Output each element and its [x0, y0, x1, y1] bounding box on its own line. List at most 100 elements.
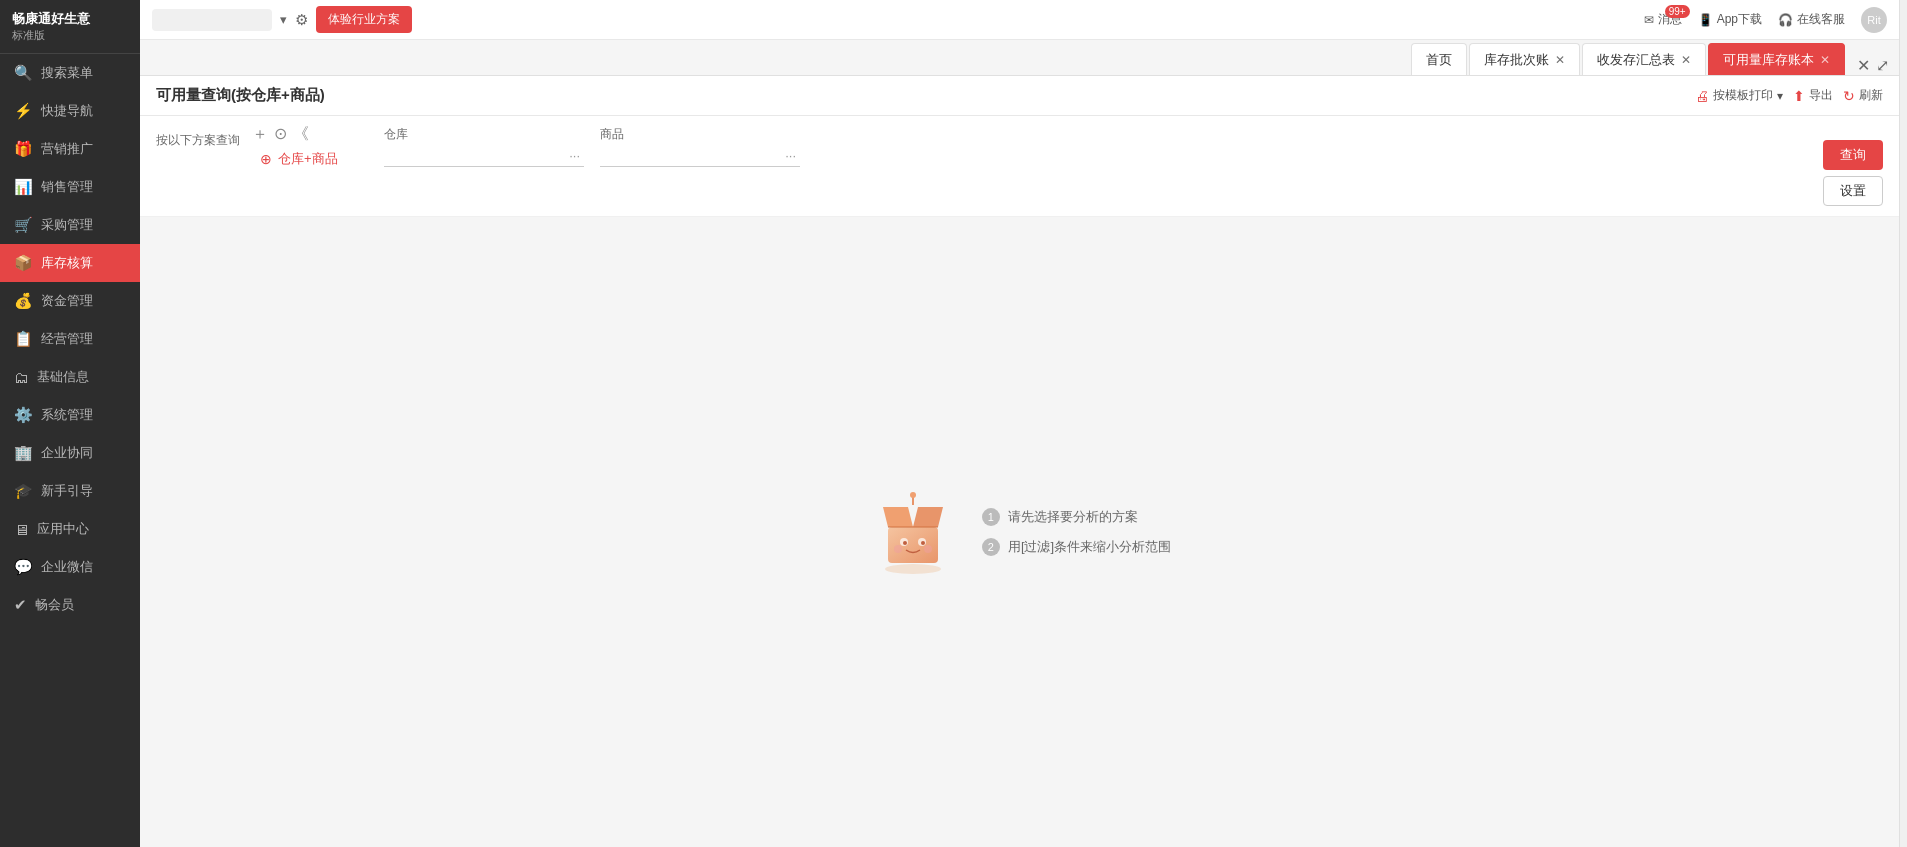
- sidebar-item-basic[interactable]: 🗂 基础信息: [0, 358, 140, 396]
- goods-input[interactable]: [604, 148, 779, 163]
- scheme-icon: ⊕: [260, 151, 272, 167]
- app-download-button[interactable]: 📱 App下载: [1698, 11, 1762, 28]
- sidebar-icon-wechat: 💬: [14, 558, 33, 576]
- sidebar-item-operations[interactable]: 📋 经营管理: [0, 320, 140, 358]
- close-tab-button[interactable]: ✕: [1857, 56, 1870, 75]
- sidebar-icon-inventory: 📦: [14, 254, 33, 272]
- tip-num-1: 1: [982, 508, 1000, 526]
- collapse-button[interactable]: 《: [293, 126, 309, 142]
- message-button[interactable]: ✉ 消息 99+: [1644, 11, 1682, 28]
- sidebar-item-wechat[interactable]: 💬 企业微信: [0, 548, 140, 586]
- export-button[interactable]: ⬆ 导出: [1793, 87, 1833, 104]
- tab-label-avail_ledger: 可用量库存账本: [1723, 51, 1814, 69]
- tab-close-recv_summary[interactable]: ✕: [1681, 53, 1691, 67]
- svg-point-7: [903, 541, 907, 545]
- sidebar-icon-sales: 📊: [14, 178, 33, 196]
- tab-close-avail_ledger[interactable]: ✕: [1820, 53, 1830, 67]
- tip-num-2: 2: [982, 538, 1000, 556]
- sidebar-icon-system: ⚙️: [14, 406, 33, 424]
- sidebar-icon-marketing: 🎁: [14, 140, 33, 158]
- export-icon: ⬆: [1793, 88, 1805, 104]
- warehouse-more-button[interactable]: ···: [569, 148, 580, 163]
- sidebar-item-inventory[interactable]: 📦 库存核算: [0, 244, 140, 282]
- dropdown-button[interactable]: ▾: [280, 12, 287, 27]
- topbar-right: ✉ 消息 99+ 📱 App下载 🎧 在线客服 Rit: [1644, 7, 1887, 33]
- svg-point-9: [894, 545, 902, 553]
- sidebar-label-purchase: 采购管理: [41, 216, 93, 234]
- tab-label-batch_ledger: 库存批次账: [1484, 51, 1549, 69]
- sidebar-item-enterprise[interactable]: 🏢 企业协同: [0, 434, 140, 472]
- online-service-label: 在线客服: [1797, 11, 1845, 28]
- page-header: 可用量查询(按仓库+商品) 🖨 按模板打印 ▾ ⬆ 导出 ↻ 刷新: [140, 76, 1899, 116]
- sidebar-item-newbie[interactable]: 🎓 新手引导: [0, 472, 140, 510]
- sidebar-label-newbie: 新手引导: [41, 482, 93, 500]
- page-actions: 🖨 按模板打印 ▾ ⬆ 导出 ↻ 刷新: [1695, 87, 1883, 104]
- goods-input-wrapper: ···: [600, 145, 800, 167]
- sidebar-label-basic: 基础信息: [37, 368, 89, 386]
- right-scrollbar[interactable]: [1899, 0, 1907, 847]
- query-button[interactable]: 查询: [1823, 140, 1883, 170]
- tip-text-2: 用[过滤]条件来缩小分析范围: [1008, 538, 1171, 556]
- topbar: ▾ ⚙ 体验行业方案 ✉ 消息 99+ 📱 App下载 🎧 在线客服 Rit: [140, 0, 1899, 40]
- print-button[interactable]: 🖨 按模板打印 ▾: [1695, 87, 1783, 104]
- tab-batch_ledger[interactable]: 库存批次账 ✕: [1469, 43, 1580, 75]
- tabs-bar-right: ✕ ⤢: [1847, 56, 1899, 75]
- print-label: 按模板打印: [1713, 87, 1773, 104]
- message-badge: 99+: [1665, 5, 1690, 18]
- sidebar-label-finance: 资金管理: [41, 292, 93, 310]
- sidebar-item-system[interactable]: ⚙️ 系统管理: [0, 396, 140, 434]
- svg-rect-1: [888, 527, 938, 563]
- tabs-bar: 首页库存批次账 ✕ 收发存汇总表 ✕ 可用量库存账本 ✕ ✕ ⤢: [140, 40, 1899, 76]
- sidebar-item-appstore[interactable]: 🖥 应用中心: [0, 510, 140, 548]
- scheme-item-warehouse-goods[interactable]: ⊕ 仓库+商品: [252, 146, 372, 172]
- sidebar-logo: 畅康通好生意 标准版: [0, 0, 140, 54]
- warehouse-input-wrapper: ···: [384, 145, 584, 167]
- sidebar-icon-purchase: 🛒: [14, 216, 33, 234]
- sidebar-item-marketing[interactable]: 🎁 营销推广: [0, 130, 140, 168]
- sidebar-label-enterprise: 企业协同: [41, 444, 93, 462]
- add-scheme-button[interactable]: ＋: [252, 126, 268, 142]
- goods-more-button[interactable]: ···: [785, 148, 796, 163]
- svg-point-8: [921, 541, 925, 545]
- warehouse-field: 仓库 ···: [384, 126, 584, 167]
- filter-scheme-header: ＋ ⊙ 《: [252, 126, 372, 142]
- sidebar-item-shortcut[interactable]: ⚡ 快捷导航: [0, 92, 140, 130]
- tab-close-batch_ledger[interactable]: ✕: [1555, 53, 1565, 67]
- maximize-button[interactable]: ⤢: [1876, 56, 1889, 75]
- sidebar-logo-sub: 标准版: [12, 28, 128, 43]
- print-icon: 🖨: [1695, 88, 1709, 104]
- svg-point-10: [924, 545, 932, 553]
- sidebar-item-sales[interactable]: 📊 销售管理: [0, 168, 140, 206]
- sidebar-item-purchase[interactable]: 🛒 采购管理: [0, 206, 140, 244]
- print-dropdown-icon[interactable]: ▾: [1777, 89, 1783, 103]
- tab-label-recv_summary: 收发存汇总表: [1597, 51, 1675, 69]
- gear-icon[interactable]: ⚙: [295, 11, 308, 29]
- trial-button[interactable]: 体验行业方案: [316, 6, 412, 33]
- tab-home[interactable]: 首页: [1411, 43, 1467, 75]
- tip-text-1: 请先选择要分析的方案: [1008, 508, 1138, 526]
- scheme-settings-button[interactable]: ⊙: [274, 126, 287, 142]
- sidebar-icon-enterprise: 🏢: [14, 444, 33, 462]
- sidebar-item-finance[interactable]: 💰 资金管理: [0, 282, 140, 320]
- goods-field: 商品 ···: [600, 126, 800, 167]
- refresh-icon: ↻: [1843, 88, 1855, 104]
- sidebar-item-search[interactable]: 🔍 搜索菜单: [0, 54, 140, 92]
- tab-recv_summary[interactable]: 收发存汇总表 ✕: [1582, 43, 1706, 75]
- sidebar-label-system: 系统管理: [41, 406, 93, 424]
- sidebar-nav: 🔍 搜索菜单 ⚡ 快捷导航 🎁 营销推广 📊 销售管理 🛒 采购管理 📦 库存核…: [0, 54, 140, 847]
- message-icon: ✉: [1644, 13, 1654, 27]
- tab-avail_ledger[interactable]: 可用量库存账本 ✕: [1708, 43, 1845, 75]
- sidebar-logo-title: 畅康通好生意: [12, 10, 128, 28]
- sidebar-label-marketing: 营销推广: [41, 140, 93, 158]
- settings-button[interactable]: 设置: [1823, 176, 1883, 206]
- refresh-button[interactable]: ↻ 刷新: [1843, 87, 1883, 104]
- sidebar-item-member[interactable]: ✔ 畅会员: [0, 586, 140, 624]
- online-service-button[interactable]: 🎧 在线客服: [1778, 11, 1845, 28]
- warehouse-input[interactable]: [388, 148, 563, 163]
- search-input[interactable]: [152, 9, 272, 31]
- app-download-label: App下载: [1717, 11, 1762, 28]
- export-label: 导出: [1809, 87, 1833, 104]
- empty-state-inner: 1 请先选择要分析的方案 2 用[过滤]条件来缩小分析范围: [868, 487, 1171, 577]
- main-area: ▾ ⚙ 体验行业方案 ✉ 消息 99+ 📱 App下载 🎧 在线客服 Rit 首…: [140, 0, 1899, 847]
- user-avatar[interactable]: Rit: [1861, 7, 1887, 33]
